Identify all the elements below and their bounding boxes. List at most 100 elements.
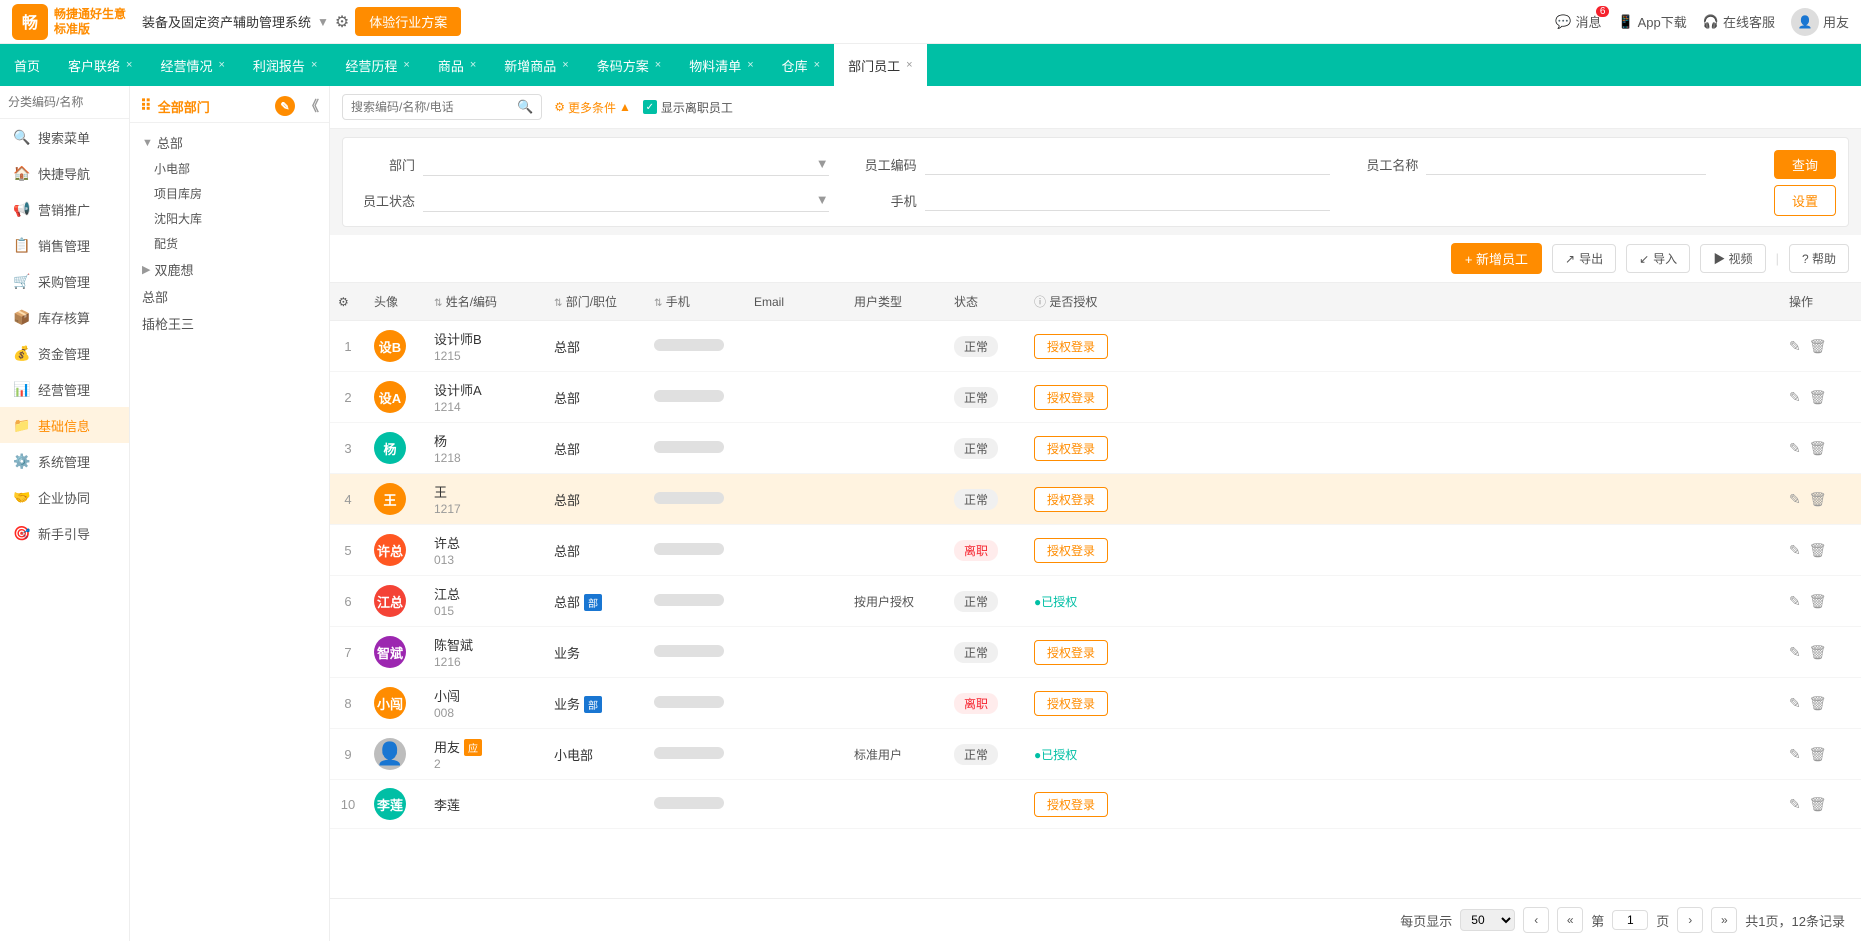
dept-collapse-icon[interactable]: 《 (305, 96, 319, 116)
dept-node-zongbu2[interactable]: 总部 (138, 283, 321, 310)
tab-material[interactable]: 物料清单 × (675, 44, 767, 86)
sidebar-item-basic-info[interactable]: 📁 基础信息 (0, 407, 129, 443)
sidebar-search-input[interactable] (8, 95, 130, 109)
edit-icon[interactable]: ✎ (1789, 542, 1801, 559)
emp-code-input[interactable] (925, 153, 1331, 175)
auth-button[interactable]: 授权登录 (1034, 691, 1108, 716)
sidebar-item-finance[interactable]: 💰 资金管理 (0, 335, 129, 371)
query-button[interactable]: 查询 (1774, 150, 1836, 179)
tab-profit[interactable]: 利润报告 × (239, 44, 331, 86)
sidebar-item-inventory[interactable]: 📦 库存核算 (0, 299, 129, 335)
auth-button[interactable]: 授权登录 (1034, 385, 1108, 410)
phone-input[interactable] (925, 189, 1331, 211)
dept-node-shenyang[interactable]: 沈阳大库 (154, 206, 321, 231)
tab-history[interactable]: 经营历程 × (331, 44, 423, 86)
auth-button[interactable]: 授权登录 (1034, 487, 1108, 512)
show-resigned-checkbox[interactable]: ✓ 显示离职员工 (643, 99, 733, 116)
sidebar-item-guide[interactable]: 🎯 新手引导 (0, 515, 129, 551)
close-icon[interactable]: × (126, 59, 132, 71)
close-icon[interactable]: × (814, 59, 820, 71)
close-icon[interactable]: × (562, 59, 568, 71)
tab-goods[interactable]: 商品 × (424, 44, 490, 86)
delete-icon[interactable]: 🗑 (1809, 746, 1827, 763)
emp-name-input[interactable] (1426, 153, 1706, 175)
help-button[interactable]: ? 帮助 (1789, 244, 1849, 273)
settings-icon[interactable]: ⚙ (338, 295, 349, 309)
sidebar-search[interactable]: 🔍 (0, 86, 129, 119)
dept-node-peihuo[interactable]: 配货 (154, 231, 321, 256)
per-page-select[interactable]: 50 100 (1460, 909, 1515, 931)
close-icon[interactable]: × (747, 59, 753, 71)
auth-button[interactable]: 授权登录 (1034, 334, 1108, 359)
page-input[interactable] (1612, 910, 1648, 930)
edit-icon[interactable]: ✎ (1789, 644, 1801, 661)
tab-operation[interactable]: 经营情况 × (146, 44, 238, 86)
sidebar-item-collab[interactable]: 🤝 企业协同 (0, 479, 129, 515)
delete-icon[interactable]: 🗑 (1809, 644, 1827, 661)
tab-home[interactable]: 首页 (0, 44, 54, 86)
auth-button[interactable]: 授权登录 (1034, 640, 1108, 665)
view-button[interactable]: ▶ 视频 (1700, 244, 1765, 273)
auth-button[interactable]: 授权登录 (1034, 792, 1108, 817)
export-button[interactable]: ↗ 导出 (1552, 244, 1616, 273)
close-icon[interactable]: × (311, 59, 317, 71)
sidebar-item-operation-mgmt[interactable]: 📊 经营管理 (0, 371, 129, 407)
gear-icon[interactable]: ⚙ (335, 12, 349, 32)
dept-node-shuanglu[interactable]: ▶ 双鹿想 (138, 256, 321, 283)
close-icon[interactable]: × (470, 59, 476, 71)
delete-icon[interactable]: 🗑 (1809, 593, 1827, 610)
last-page-button[interactable]: » (1711, 907, 1737, 933)
service-button[interactable]: 🎧 在线客服 (1703, 12, 1775, 31)
delete-icon[interactable]: 🗑 (1809, 695, 1827, 712)
auth-button[interactable]: 授权登录 (1034, 436, 1108, 461)
search-box[interactable]: 🔍 (342, 94, 542, 120)
delete-icon[interactable]: 🗑 (1809, 491, 1827, 508)
prev-page-button[interactable]: ‹ (1523, 907, 1549, 933)
close-icon[interactable]: × (655, 59, 661, 71)
more-conditions-button[interactable]: ⚙ 更多条件 ▲ (554, 99, 631, 116)
auth-button[interactable]: 授权登录 (1034, 538, 1108, 563)
sidebar-item-search-menu[interactable]: 🔍 搜索菜单 (0, 119, 129, 155)
edit-icon[interactable]: ✎ (1789, 746, 1801, 763)
sidebar-item-system[interactable]: ⚙️ 系统管理 (0, 443, 129, 479)
dept-node-project[interactable]: 项目库房 (154, 181, 321, 206)
edit-icon[interactable]: ✎ (1789, 796, 1801, 813)
delete-icon[interactable]: 🗑 (1809, 542, 1827, 559)
setting-button[interactable]: 设置 (1774, 185, 1836, 216)
tab-dept-staff[interactable]: 部门员工 × (834, 44, 926, 86)
delete-icon[interactable]: 🗑 (1809, 796, 1827, 813)
delete-icon[interactable]: 🗑 (1809, 389, 1827, 406)
dept-node-chasun[interactable]: 插枪王三 (138, 310, 321, 337)
delete-icon[interactable]: 🗑 (1809, 440, 1827, 457)
message-button[interactable]: 💬 消息 6 (1555, 12, 1601, 31)
close-icon[interactable]: × (403, 59, 409, 71)
edit-icon[interactable]: ✎ (1789, 338, 1801, 355)
next-page-button[interactable]: › (1677, 907, 1703, 933)
sidebar-item-purchase[interactable]: 🛒 采购管理 (0, 263, 129, 299)
tab-barcode[interactable]: 条码方案 × (583, 44, 675, 86)
delete-icon[interactable]: 🗑 (1809, 338, 1827, 355)
sidebar-item-sales[interactable]: 📋 销售管理 (0, 227, 129, 263)
edit-icon[interactable]: ✎ (1789, 491, 1801, 508)
dept-node-xiaodian[interactable]: 小电部 (154, 156, 321, 181)
tab-add-goods[interactable]: 新增商品 × (490, 44, 582, 86)
dept-select[interactable]: ▼ (423, 152, 829, 176)
emp-status-select[interactable]: ▼ (423, 188, 829, 212)
first-page-button[interactable]: « (1557, 907, 1583, 933)
dept-edit-button[interactable]: ✎ (275, 96, 295, 116)
close-icon[interactable]: × (906, 59, 912, 71)
add-employee-button[interactable]: + 新增员工 (1451, 243, 1542, 274)
tab-warehouse[interactable]: 仓库 × (768, 44, 834, 86)
sidebar-item-quick-nav[interactable]: 🏠 快捷导航 (0, 155, 129, 191)
edit-icon[interactable]: ✎ (1789, 389, 1801, 406)
sidebar-item-marketing[interactable]: 📢 营销推广 (0, 191, 129, 227)
app-download-button[interactable]: 📱 App下载 (1617, 12, 1686, 31)
close-icon[interactable]: × (218, 59, 224, 71)
tab-customer[interactable]: 客户联络 × (54, 44, 146, 86)
edit-icon[interactable]: ✎ (1789, 593, 1801, 610)
edit-icon[interactable]: ✎ (1789, 695, 1801, 712)
user-menu[interactable]: 👤 用友 (1791, 8, 1849, 36)
edit-icon[interactable]: ✎ (1789, 440, 1801, 457)
import-button[interactable]: ↙ 导入 (1626, 244, 1690, 273)
dept-node-general[interactable]: ▼ 总部 (138, 129, 321, 156)
